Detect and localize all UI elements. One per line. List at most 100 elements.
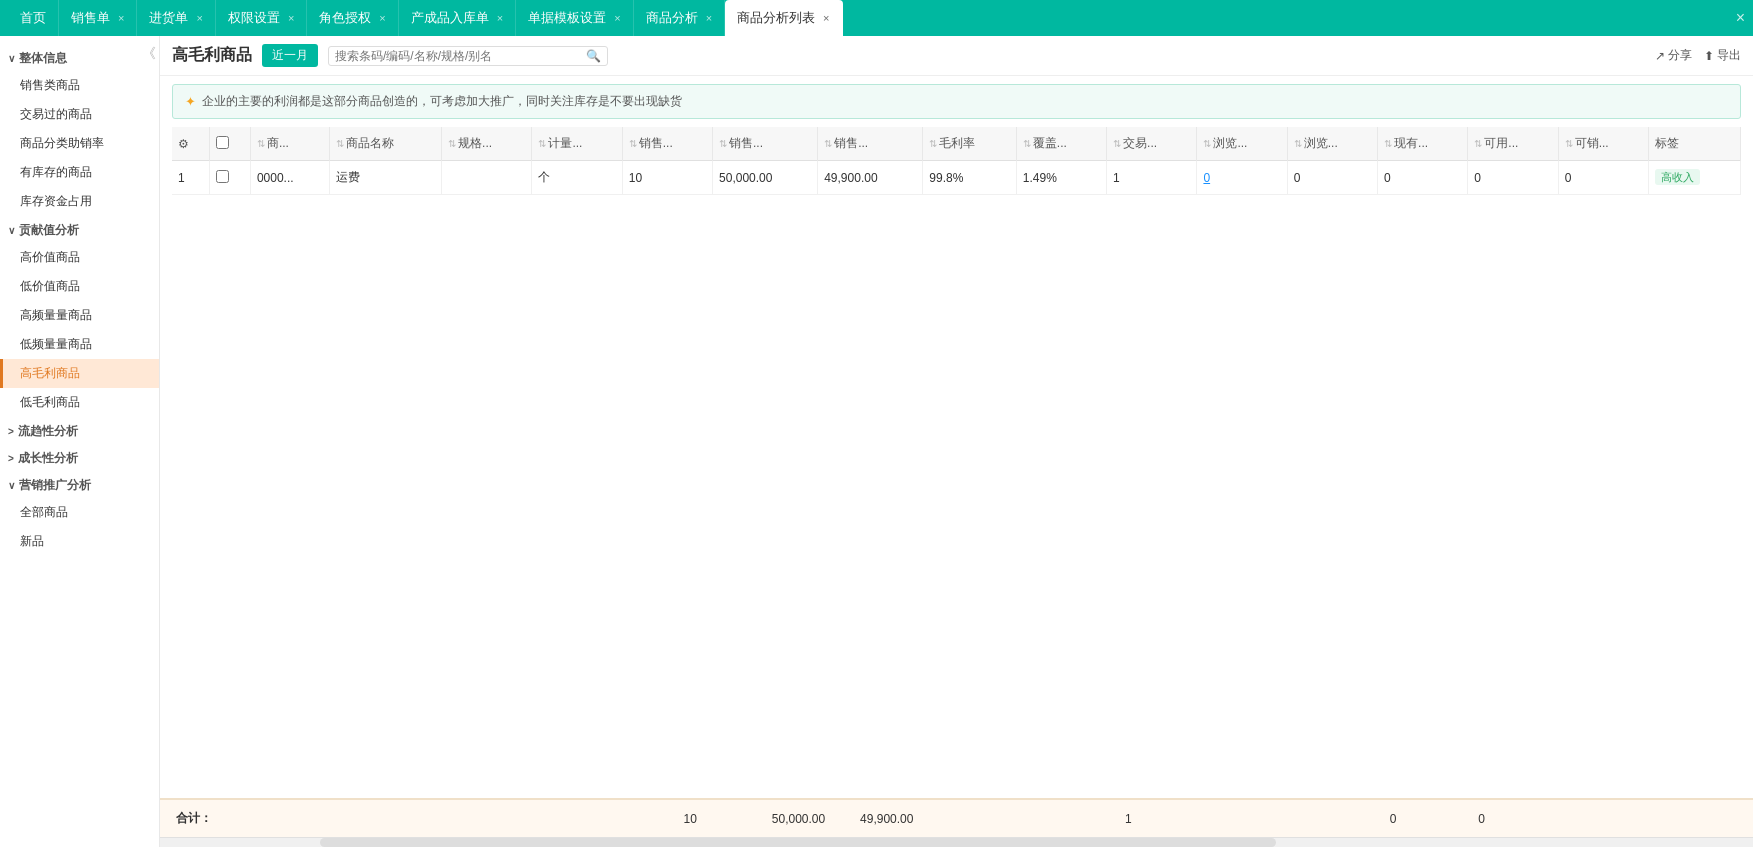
search-icon[interactable]: 🔍 (586, 49, 601, 63)
footer-cell (501, 812, 589, 826)
bottom-scrollbar[interactable] (160, 837, 1753, 847)
col-header-view1[interactable]: ⇅浏览... (1197, 127, 1287, 161)
col-header-unit[interactable]: ⇅计量... (532, 127, 622, 161)
col-label: 浏览... (1213, 136, 1247, 150)
table-footer: 合计： 1050,000.0049,900.00100 (160, 798, 1753, 837)
sidebar-item-high_value[interactable]: 高价值商品 (0, 243, 159, 272)
nav-tab-label: 单据模板设置 (528, 9, 606, 27)
col-header-coverage[interactable]: ⇅覆盖... (1016, 127, 1106, 161)
col-header-gross_margin[interactable]: ⇅毛利率 (923, 127, 1016, 161)
col-header-settings: ⚙ (172, 127, 209, 161)
nav-tab-product_analysis[interactable]: 商品分析× (634, 0, 725, 36)
sort-icon: ⇅ (336, 138, 344, 149)
col-header-code[interactable]: ⇅商... (250, 127, 329, 161)
sort-icon: ⇅ (1113, 138, 1121, 149)
sidebar-item-conversion_rate[interactable]: 商品分类助销率 (0, 129, 159, 158)
sidebar-item-capital_occupation[interactable]: 库存资金占用 (0, 187, 159, 216)
tab-close-icon[interactable]: × (614, 12, 620, 24)
nav-tab-role_permission[interactable]: 角色授权× (307, 0, 398, 36)
col-header-sales_amount[interactable]: ⇅销售... (713, 127, 818, 161)
sidebar-group-trend_analysis[interactable]: >流趋性分析 (0, 417, 159, 444)
sidebar-item-high_margin[interactable]: 高毛利商品 (0, 359, 159, 388)
export-btn[interactable]: ⬆ 导出 (1704, 47, 1741, 64)
nav-tab-home[interactable]: 首页 (8, 0, 59, 36)
col-header-salable[interactable]: ⇅可销... (1558, 127, 1648, 161)
footer-cell: 0 (1384, 812, 1472, 826)
footer-cell: 10 (677, 812, 765, 826)
tab-close-icon[interactable]: × (497, 12, 503, 24)
link-value[interactable]: 0 (1203, 171, 1210, 185)
col-label: 销售... (639, 136, 673, 150)
page-title: 高毛利商品 (172, 45, 252, 66)
col-label: 可销... (1575, 136, 1609, 150)
cell-checkbox (209, 161, 250, 195)
chevron-down-icon: ∨ (8, 225, 15, 236)
row-checkbox[interactable] (216, 170, 229, 183)
col-header-available[interactable]: ⇅可用... (1468, 127, 1558, 161)
sidebar-group-overall_info[interactable]: ∨整体信息 (0, 44, 159, 71)
tab-close-icon[interactable]: × (196, 12, 202, 24)
col-header-sales_qty[interactable]: ⇅销售... (622, 127, 712, 161)
col-label: 标签 (1655, 136, 1679, 150)
col-header-view2[interactable]: ⇅浏览... (1287, 127, 1377, 161)
sidebar-group-asset_analysis[interactable]: ∨贡献值分析 (0, 216, 159, 243)
tag-badge: 高收入 (1655, 169, 1700, 185)
cell-view1: 0 (1197, 161, 1287, 195)
tab-close-icon[interactable]: × (706, 12, 712, 24)
table-row: 10000...运费个1050,000.0049,900.0099.8%1.49… (172, 161, 1741, 195)
sidebar-item-goods_in_stock[interactable]: 有库存的商品 (0, 158, 159, 187)
settings-icon[interactable]: ⚙ (178, 137, 189, 151)
nav-tab-purchase[interactable]: 进货单× (137, 0, 215, 36)
sidebar-group-label: 营销推广分析 (19, 477, 91, 494)
sidebar-item-sales_goods[interactable]: 销售类商品 (0, 71, 159, 100)
filter-month-btn[interactable]: 近一月 (262, 44, 318, 67)
close-all-icon[interactable]: × (1736, 9, 1745, 27)
nav-tab-template_settings[interactable]: 单据模板设置 × (516, 0, 633, 36)
tab-close-icon[interactable]: × (288, 12, 294, 24)
cell-tag: 高收入 (1648, 161, 1740, 195)
sort-icon: ⇅ (1203, 138, 1211, 149)
sidebar-item-low_value[interactable]: 低价值商品 (0, 272, 159, 301)
col-header-trade_count[interactable]: ⇅交易... (1107, 127, 1197, 161)
tab-close-icon[interactable]: × (823, 12, 829, 24)
search-box: 🔍 (328, 46, 608, 66)
sidebar-group-marketing_analysis[interactable]: ∨ 营销推广分析 (0, 471, 159, 498)
nav-tab-product_entry[interactable]: 产成品入库单× (399, 0, 516, 36)
sidebar: 《 ∨整体信息销售类商品交易过的商品商品分类助销率有库存的商品库存资金占用∨贡献… (0, 36, 160, 847)
scrollbar-thumb[interactable] (320, 838, 1276, 847)
sidebar-item-all_goods[interactable]: 全部商品 (0, 498, 159, 527)
cell-current: 0 (1378, 161, 1468, 195)
sort-icon: ⇅ (719, 138, 727, 149)
main-layout: 《 ∨整体信息销售类商品交易过的商品商品分类助销率有库存的商品库存资金占用∨贡献… (0, 36, 1753, 847)
tab-close-icon[interactable]: × (379, 12, 385, 24)
top-nav: 首页销售单×进货单×权限设置×角色授权×产成品入库单×单据模板设置×商品分析×商… (0, 0, 1753, 36)
table-container: ⚙⇅商...⇅商品名称⇅规格...⇅计量...⇅销售...⇅销售...⇅销售..… (160, 127, 1753, 798)
col-label: 浏览... (1304, 136, 1338, 150)
tab-close-icon[interactable]: × (118, 12, 124, 24)
chevron-down-icon: ∨ (8, 480, 15, 491)
sidebar-item-low_frequency[interactable]: 低频量量商品 (0, 330, 159, 359)
sidebar-group-label: 整体信息 (19, 50, 67, 67)
sidebar-item-new_goods[interactable]: 新品 (0, 527, 159, 556)
nav-tab-product_analysis_list[interactable]: 商品分析列表× (725, 0, 842, 36)
col-header-sales_cost[interactable]: ⇅销售... (818, 127, 923, 161)
sidebar-item-low_margin[interactable]: 低毛利商品 (0, 388, 159, 417)
sort-icon: ⇅ (929, 138, 937, 149)
col-header-name[interactable]: ⇅商品名称 (329, 127, 441, 161)
search-input[interactable] (335, 49, 582, 63)
sidebar-group-growth_analysis[interactable]: >成长性分析 (0, 444, 159, 471)
col-label: 规格... (458, 136, 492, 150)
share-btn[interactable]: ↗ 分享 (1655, 47, 1692, 64)
nav-tab-sales[interactable]: 销售单× (59, 0, 137, 36)
sidebar-group-label: 流趋性分析 (18, 423, 78, 440)
cell-index: 1 (172, 161, 209, 195)
cell-salable: 0 (1558, 161, 1648, 195)
sort-icon: ⇅ (1565, 138, 1573, 149)
sidebar-item-high_frequency[interactable]: 高频量量商品 (0, 301, 159, 330)
sidebar-item-traded_goods[interactable]: 交易过的商品 (0, 100, 159, 129)
sidebar-collapse-btn[interactable]: 《 (139, 44, 159, 64)
nav-tab-permission_settings[interactable]: 权限设置× (216, 0, 307, 36)
col-header-spec[interactable]: ⇅规格... (442, 127, 532, 161)
col-header-current[interactable]: ⇅现有... (1378, 127, 1468, 161)
select-all-checkbox[interactable] (216, 136, 229, 149)
